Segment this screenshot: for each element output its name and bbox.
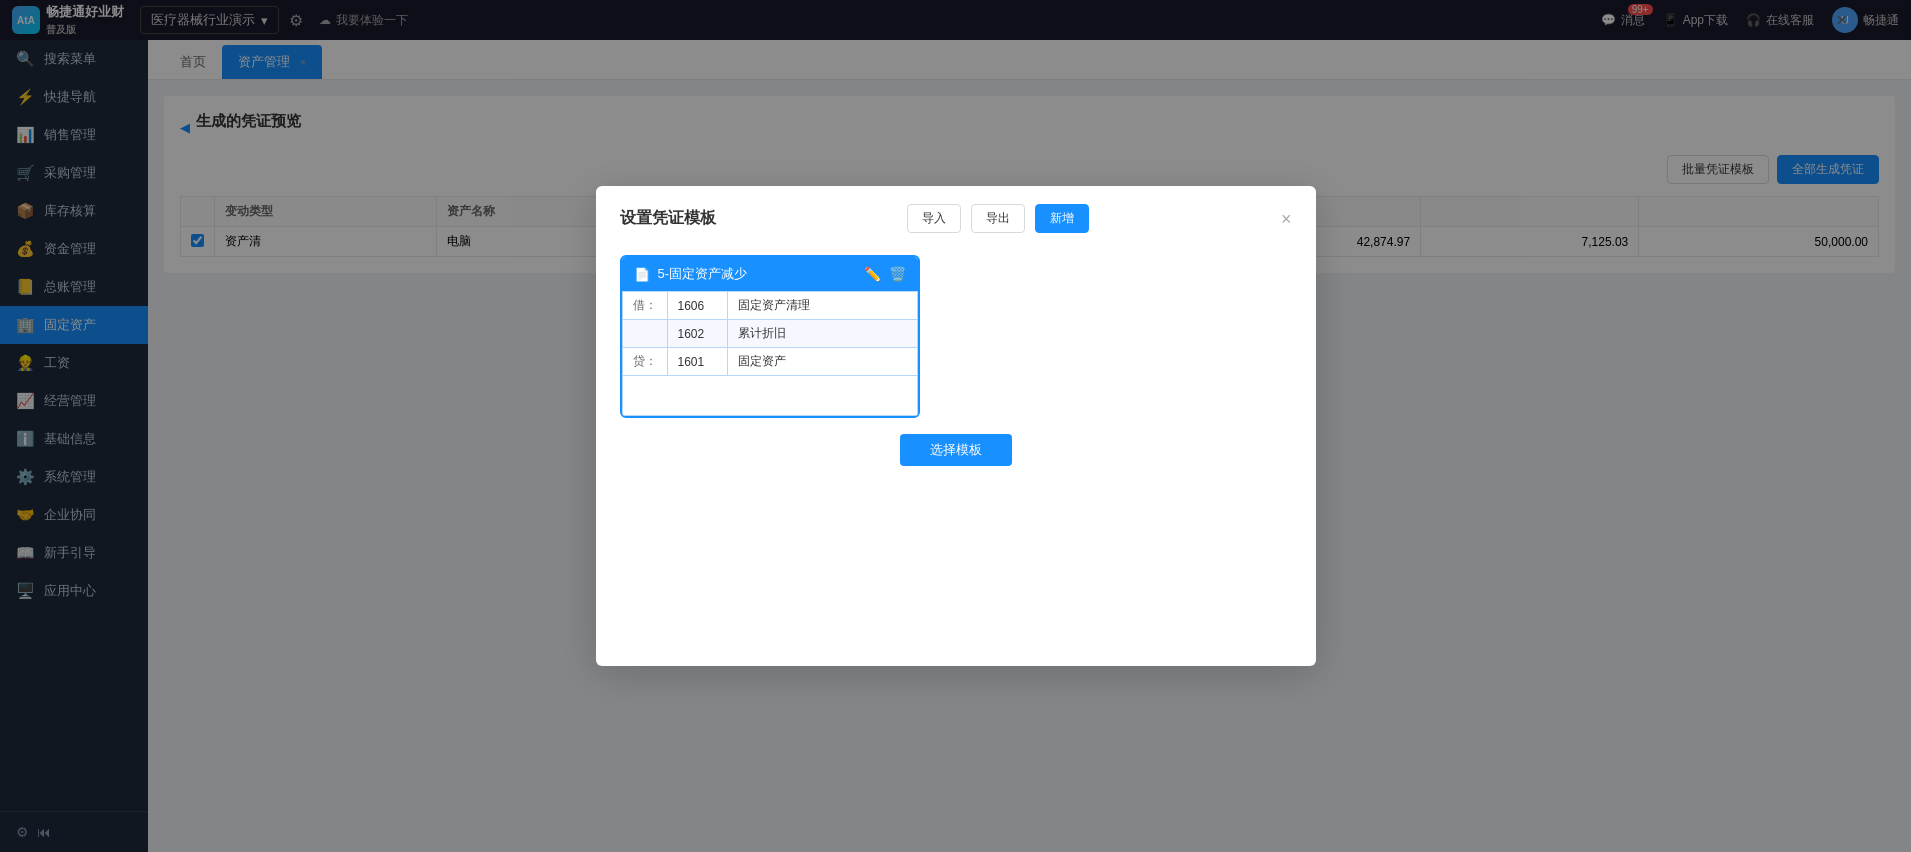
template-title: 5-固定资产减少 [658,265,748,283]
modal-title: 设置凭证模板 [620,208,716,229]
template-entry-row: 贷： 1601 固定资产 [622,348,917,376]
import-button[interactable]: 导入 [907,204,961,233]
template-entries-table: 借： 1606 固定资产清理 1602 累计折旧 贷： 1601 固定资产 [622,291,918,376]
new-template-button[interactable]: 新增 [1035,204,1089,233]
modal-body: 📄 5-固定资产减少 ✏️ 🗑️ 借： 1606 固定资产清理 1602 累计折… [596,245,1316,476]
entry-account-2: 固定资产 [727,348,917,376]
entry-code-2: 1601 [667,348,727,376]
select-template-button[interactable]: 选择模板 [900,434,1012,466]
entry-code-1: 1602 [667,320,727,348]
template-edit-icon[interactable]: ✏️ [864,266,881,282]
export-button[interactable]: 导出 [971,204,1025,233]
template-file-icon: 📄 [634,267,650,282]
template-card: 📄 5-固定资产减少 ✏️ 🗑️ 借： 1606 固定资产清理 1602 累计折… [620,255,920,418]
template-card-header-icons: ✏️ 🗑️ [864,266,906,282]
template-card-header: 📄 5-固定资产减少 ✏️ 🗑️ [622,257,918,291]
template-empty-row [622,376,918,416]
template-card-header-left: 📄 5-固定资产减少 [634,265,748,283]
entry-direction-0: 借： [622,292,667,320]
set-template-modal: 设置凭证模板 导入 导出 新增 × 📄 5-固定资产减少 ✏️ 🗑️ [596,186,1316,666]
template-delete-icon[interactable]: 🗑️ [889,266,906,282]
modal-close-button[interactable]: × [1281,210,1292,228]
entry-account-0: 固定资产清理 [727,292,917,320]
modal-header: 设置凭证模板 导入 导出 新增 × [596,186,1316,245]
template-entry-row: 1602 累计折旧 [622,320,917,348]
modal-actions: 导入 导出 新增 [907,204,1089,233]
entry-direction-1 [622,320,667,348]
entry-code-0: 1606 [667,292,727,320]
entry-direction-2: 贷： [622,348,667,376]
entry-account-1: 累计折旧 [727,320,917,348]
modal-overlay[interactable]: 设置凭证模板 导入 导出 新增 × 📄 5-固定资产减少 ✏️ 🗑️ [0,0,1911,852]
template-entry-row: 借： 1606 固定资产清理 [622,292,917,320]
